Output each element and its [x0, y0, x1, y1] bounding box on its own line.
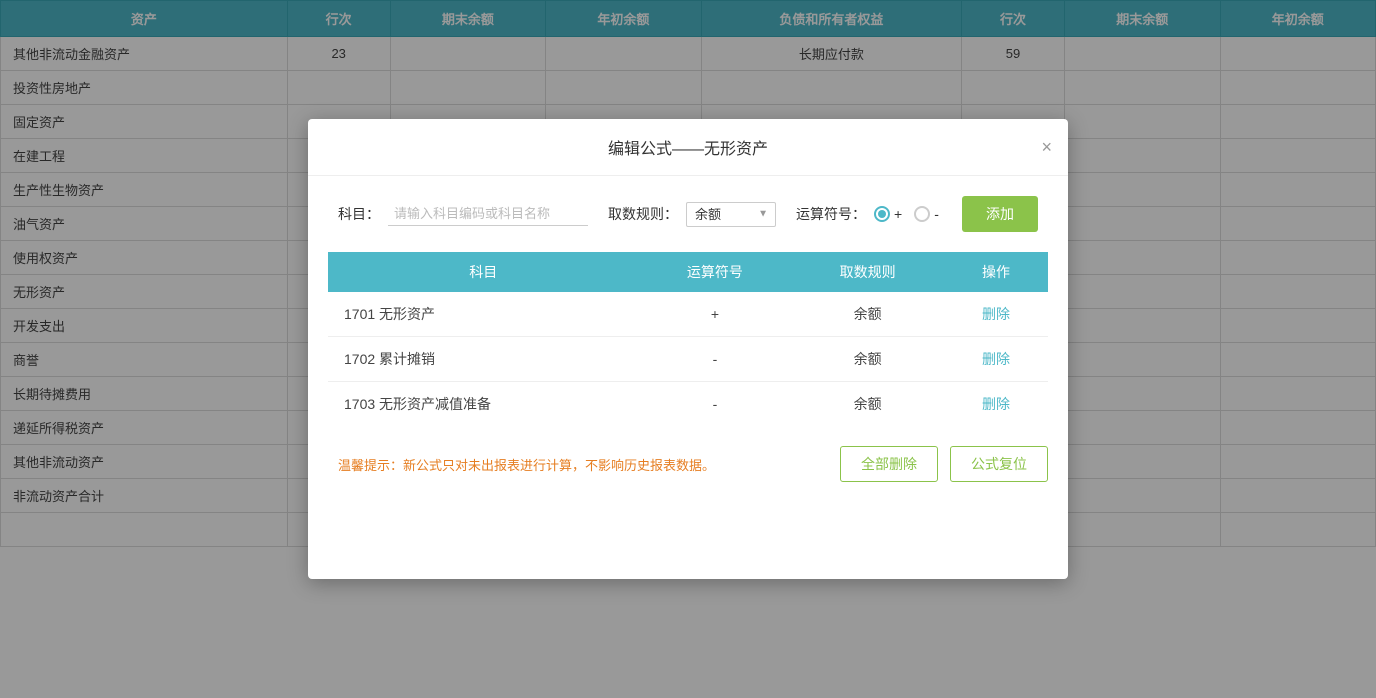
data-table-wrapper: 科目 运算符号 取数规则 操作 1701 无形资产 + 余额 删除: [328, 252, 1048, 426]
col-operator: 运算符号: [639, 252, 792, 292]
row2-operator: -: [639, 337, 792, 382]
col-action: 操作: [944, 252, 1048, 292]
footer-buttons: 全部删除 公式复位: [840, 446, 1048, 482]
row3-rule: 余额: [791, 382, 944, 427]
radio-plus-circle: [874, 206, 890, 222]
modal-close-button[interactable]: ×: [1041, 138, 1052, 156]
operator-plus-label: +: [894, 206, 902, 222]
row2-subject: 1702 累计摊销: [328, 337, 639, 382]
row3-delete-link[interactable]: 删除: [982, 396, 1010, 412]
row2-delete-link[interactable]: 删除: [982, 351, 1010, 367]
form-row: 科目： 取数规则： 余额 借方 贷方 借方发生额 贷方发生额 ▼: [308, 176, 1068, 252]
table-row: 1702 累计摊销 - 余额 删除: [328, 337, 1048, 382]
row1-subject: 1701 无形资产: [328, 292, 639, 337]
modal-overlay: 编辑公式——无形资产 × 科目： 取数规则： 余额 借方 贷方 借方发生额: [0, 0, 1376, 698]
reset-formula-button[interactable]: 公式复位: [950, 446, 1048, 482]
add-button[interactable]: 添加: [962, 196, 1038, 232]
subject-group: 科目：: [338, 202, 588, 226]
rule-select[interactable]: 余额 借方 贷方 借方发生额 贷方发生额: [686, 202, 776, 227]
operator-group: 运算符号： + -: [796, 204, 939, 224]
modal-footer: 温馨提示：新公式只对未出报表进行计算，不影响历史报表数据。 全部删除 公式复位: [308, 426, 1068, 492]
rule-label: 取数规则：: [608, 204, 678, 224]
modal-title: 编辑公式——无形资产: [608, 135, 768, 159]
radio-minus-circle: [914, 206, 930, 222]
delete-all-button[interactable]: 全部删除: [840, 446, 938, 482]
tip-text: 温馨提示：新公式只对未出报表进行计算，不影响历史报表数据。: [338, 455, 715, 474]
formula-table: 科目 运算符号 取数规则 操作 1701 无形资产 + 余额 删除: [328, 252, 1048, 426]
modal-dialog: 编辑公式——无形资产 × 科目： 取数规则： 余额 借方 贷方 借方发生额: [308, 119, 1068, 579]
col-rule: 取数规则: [791, 252, 944, 292]
subject-input[interactable]: [388, 202, 588, 226]
table-header-row: 科目 运算符号 取数规则 操作: [328, 252, 1048, 292]
operator-minus-option[interactable]: -: [914, 206, 939, 222]
row3-operator: -: [639, 382, 792, 427]
operator-minus-label: -: [934, 206, 939, 222]
row3-action: 删除: [944, 382, 1048, 427]
col-subject: 科目: [328, 252, 639, 292]
table-row: 1701 无形资产 + 余额 删除: [328, 292, 1048, 337]
row3-subject: 1703 无形资产减值准备: [328, 382, 639, 427]
rule-group: 取数规则： 余额 借方 贷方 借方发生额 贷方发生额 ▼: [608, 202, 776, 227]
operator-radio-group: + -: [874, 206, 939, 222]
subject-label: 科目：: [338, 204, 380, 224]
row1-rule: 余额: [791, 292, 944, 337]
operator-plus-option[interactable]: +: [874, 206, 902, 222]
row1-delete-link[interactable]: 删除: [982, 306, 1010, 322]
rule-select-wrapper: 余额 借方 贷方 借方发生额 贷方发生额 ▼: [686, 202, 776, 227]
row1-operator: +: [639, 292, 792, 337]
row1-action: 删除: [944, 292, 1048, 337]
table-row: 1703 无形资产减值准备 - 余额 删除: [328, 382, 1048, 427]
modal-header: 编辑公式——无形资产 ×: [308, 119, 1068, 176]
operator-label: 运算符号：: [796, 204, 866, 224]
row2-rule: 余额: [791, 337, 944, 382]
row2-action: 删除: [944, 337, 1048, 382]
